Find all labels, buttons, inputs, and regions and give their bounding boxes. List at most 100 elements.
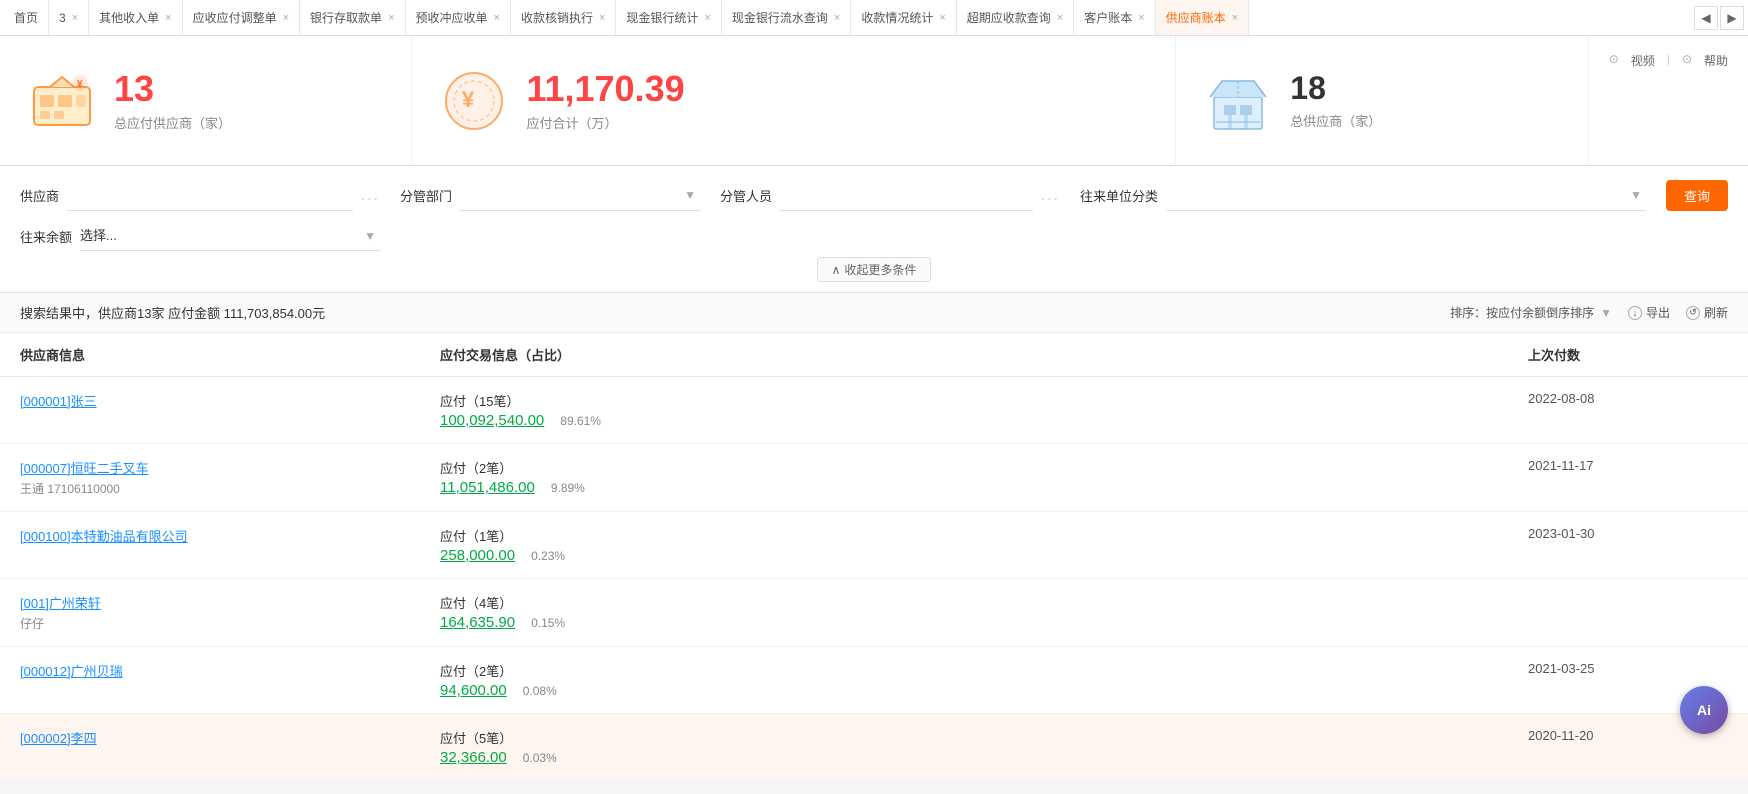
export-icon: ↓ xyxy=(1628,306,1642,320)
table-row[interactable]: [001]广州荣轩 仔仔 应付（4笔） 164,635.90 0.15% xyxy=(0,579,1748,647)
table-row[interactable]: [000100]本特勤油品有限公司 应付（1笔） 258,000.00 0.23… xyxy=(0,512,1748,579)
supplier-cell-4: [001]广州荣轩 仔仔 xyxy=(20,593,440,632)
table-row[interactable]: [000001]张三 应付（15笔） 100,092,540.00 89.61%… xyxy=(0,377,1748,444)
transaction-row-1: 100,092,540.00 89.61% xyxy=(440,410,1528,429)
close-icon[interactable]: × xyxy=(939,12,945,24)
transaction-label-6: 应付（5笔） xyxy=(440,728,1528,747)
lastpay-cell-2: 2021-11-17 xyxy=(1528,458,1728,473)
stat1-number: 13 xyxy=(114,69,231,109)
nav-arrow-left[interactable]: ◀ xyxy=(1694,6,1718,30)
transaction-percent-5: 0.08% xyxy=(523,684,557,698)
filter-dept: 分管部门 ▼ xyxy=(400,181,700,211)
transaction-cell-2: 应付（2笔） 11,051,486.00 9.89% xyxy=(440,458,1528,496)
close-icon[interactable]: × xyxy=(165,12,171,24)
col-header-transaction: 应付交易信息（占比） xyxy=(440,345,1528,364)
transaction-amount-2[interactable]: 11,051,486.00 xyxy=(440,479,535,496)
nav-tab-3[interactable]: 3 × xyxy=(49,0,89,36)
last-pay-date-6: 2020-11-20 xyxy=(1528,728,1594,743)
nav-tab-collection-stats[interactable]: 收款情况统计 × xyxy=(851,0,956,36)
nav-tab-prepay-collect[interactable]: 预收冲应收单 × xyxy=(406,0,511,36)
transaction-amount-5[interactable]: 94,600.00 xyxy=(440,682,507,699)
nav-tab-payable-adjust-label: 应收应付调整单 xyxy=(193,9,277,26)
collapse-label: 收起更多条件 xyxy=(844,261,916,278)
transaction-amount-1[interactable]: 100,092,540.00 xyxy=(440,412,544,429)
filter-area: 供应商 ... 分管部门 ▼ 分管人员 ... 往来单位分类 xyxy=(0,166,1748,293)
nav-arrow-right[interactable]: ▶ xyxy=(1720,6,1744,30)
nav-tab-cash-bank-stats[interactable]: 现金银行统计 × xyxy=(616,0,721,36)
nav-tab-cash-bank-stats-label: 现金银行统计 xyxy=(626,9,698,26)
supplier-link-3[interactable]: [000100]本特勤油品有限公司 xyxy=(20,526,440,545)
refresh-label: 刷新 xyxy=(1704,304,1728,321)
close-icon[interactable]: × xyxy=(704,12,710,24)
person-dots-icon[interactable]: ... xyxy=(1041,187,1060,205)
transaction-amount-6[interactable]: 32,366.00 xyxy=(440,749,507,766)
collapse-button[interactable]: ∧ 收起更多条件 xyxy=(817,257,932,282)
supplier-input[interactable] xyxy=(67,181,353,211)
nav-tab-collection-exec[interactable]: 收款核销执行 × xyxy=(511,0,616,36)
close-icon[interactable]: × xyxy=(1232,12,1238,24)
stat-block-payable-suppliers: ¥ 13 总应付供应商（家） xyxy=(0,36,412,165)
nav-tab-home[interactable]: 首页 xyxy=(4,0,49,36)
nav-tab-supplier-account[interactable]: 供应商账本 × xyxy=(1156,0,1249,36)
balance-select[interactable]: 选择... xyxy=(80,221,380,251)
ai-assistant-button[interactable]: Ai xyxy=(1680,686,1728,734)
table-row[interactable]: [000002]李四 应付（5笔） 32,366.00 0.03% 2020-1… xyxy=(0,714,1748,781)
nav-tab-customer-account-label: 客户账本 xyxy=(1084,9,1132,26)
filter-row-2: 往来余额 选择... ▼ xyxy=(20,221,1728,251)
nav-tab-supplier-account-label: 供应商账本 xyxy=(1166,9,1226,26)
dept-select[interactable] xyxy=(460,180,700,210)
stat2-number: 11,170.39 xyxy=(526,69,684,109)
transaction-amount-4[interactable]: 164,635.90 xyxy=(440,614,515,631)
collapse-chevron-icon: ∧ xyxy=(832,263,841,277)
stat2-content: 11,170.39 应付合计（万） xyxy=(526,69,684,132)
close-icon[interactable]: × xyxy=(494,12,500,24)
close-icon[interactable]: × xyxy=(388,12,394,24)
refresh-button[interactable]: ↺ 刷新 xyxy=(1686,304,1728,321)
nav-tab-cash-bank-flow[interactable]: 现金银行流水查询 × xyxy=(722,0,851,36)
nav-tab-3-label: 3 xyxy=(59,11,66,25)
dept-select-wrapper: ▼ xyxy=(460,181,700,211)
nav-tab-bank-deposit[interactable]: 银行存取款单 × xyxy=(300,0,405,36)
supplier-link-6[interactable]: [000002]李四 xyxy=(20,728,440,747)
supplier-link-4[interactable]: [001]广州荣轩 xyxy=(20,593,440,612)
nav-tab-overdue-collect[interactable]: 超期应收款查询 × xyxy=(957,0,1074,36)
supplier-link-2[interactable]: [000007]恒旺二手叉车 xyxy=(20,458,440,477)
stat-block-total-suppliers: 18 总供应商（家） xyxy=(1176,36,1588,165)
close-icon[interactable]: × xyxy=(72,12,78,24)
person-input[interactable] xyxy=(780,181,1033,211)
stat3-number: 18 xyxy=(1290,71,1381,106)
table-row[interactable]: [000007]恒旺二手叉车 王通 17106110000 应付（2笔） 11,… xyxy=(0,444,1748,512)
supplier-cell-6: [000002]李四 xyxy=(20,728,440,747)
result-sort: 排序：按应付余额倒序排序 ▼ xyxy=(1450,304,1612,321)
export-button[interactable]: ↓ 导出 xyxy=(1628,304,1670,321)
nav-tab-customer-account[interactable]: 客户账本 × xyxy=(1074,0,1155,36)
close-icon[interactable]: × xyxy=(599,12,605,24)
query-button[interactable]: 查询 xyxy=(1666,180,1728,211)
last-pay-date-1: 2022-08-08 xyxy=(1528,391,1595,406)
supplier-link-5[interactable]: [000012]广州贝瑞 xyxy=(20,661,440,680)
category-select[interactable] xyxy=(1166,180,1646,210)
table-row[interactable]: [000012]广州贝瑞 应付（2笔） 94,600.00 0.08% 2021… xyxy=(0,647,1748,714)
close-icon[interactable]: × xyxy=(1057,12,1063,24)
sort-label: 排序：按应付余额倒序排序 xyxy=(1450,304,1594,321)
help-link[interactable]: 帮助 xyxy=(1704,52,1728,69)
nav-tab-payable-adjust[interactable]: 应收应付调整单 × xyxy=(183,0,300,36)
supplier-dots-icon[interactable]: ... xyxy=(361,187,380,205)
transaction-percent-1: 89.61% xyxy=(560,414,601,428)
video-link[interactable]: 视频 xyxy=(1631,52,1655,69)
transaction-row-3: 258,000.00 0.23% xyxy=(440,545,1528,564)
transaction-label-3: 应付（1笔） xyxy=(440,526,1528,545)
close-icon[interactable]: × xyxy=(834,12,840,24)
transaction-label-5: 应付（2笔） xyxy=(440,661,1528,680)
stat3-content: 18 总供应商（家） xyxy=(1290,71,1381,129)
transaction-row-2: 11,051,486.00 9.89% xyxy=(440,477,1528,496)
close-icon[interactable]: × xyxy=(1138,12,1144,24)
transaction-amount-3[interactable]: 258,000.00 xyxy=(440,547,515,564)
close-icon[interactable]: × xyxy=(283,12,289,24)
filter-supplier: 供应商 ... xyxy=(20,181,380,211)
result-actions: 排序：按应付余额倒序排序 ▼ ↓ 导出 ↺ 刷新 xyxy=(1450,304,1728,321)
filter-category: 往来单位分类 ▼ xyxy=(1080,181,1646,211)
supplier-link-1[interactable]: [000001]张三 xyxy=(20,391,440,410)
nav-tab-other-income[interactable]: 其他收入单 × xyxy=(89,0,182,36)
stat-block-payable-total: ¥ 11,170.39 应付合计（万） xyxy=(412,36,1176,165)
